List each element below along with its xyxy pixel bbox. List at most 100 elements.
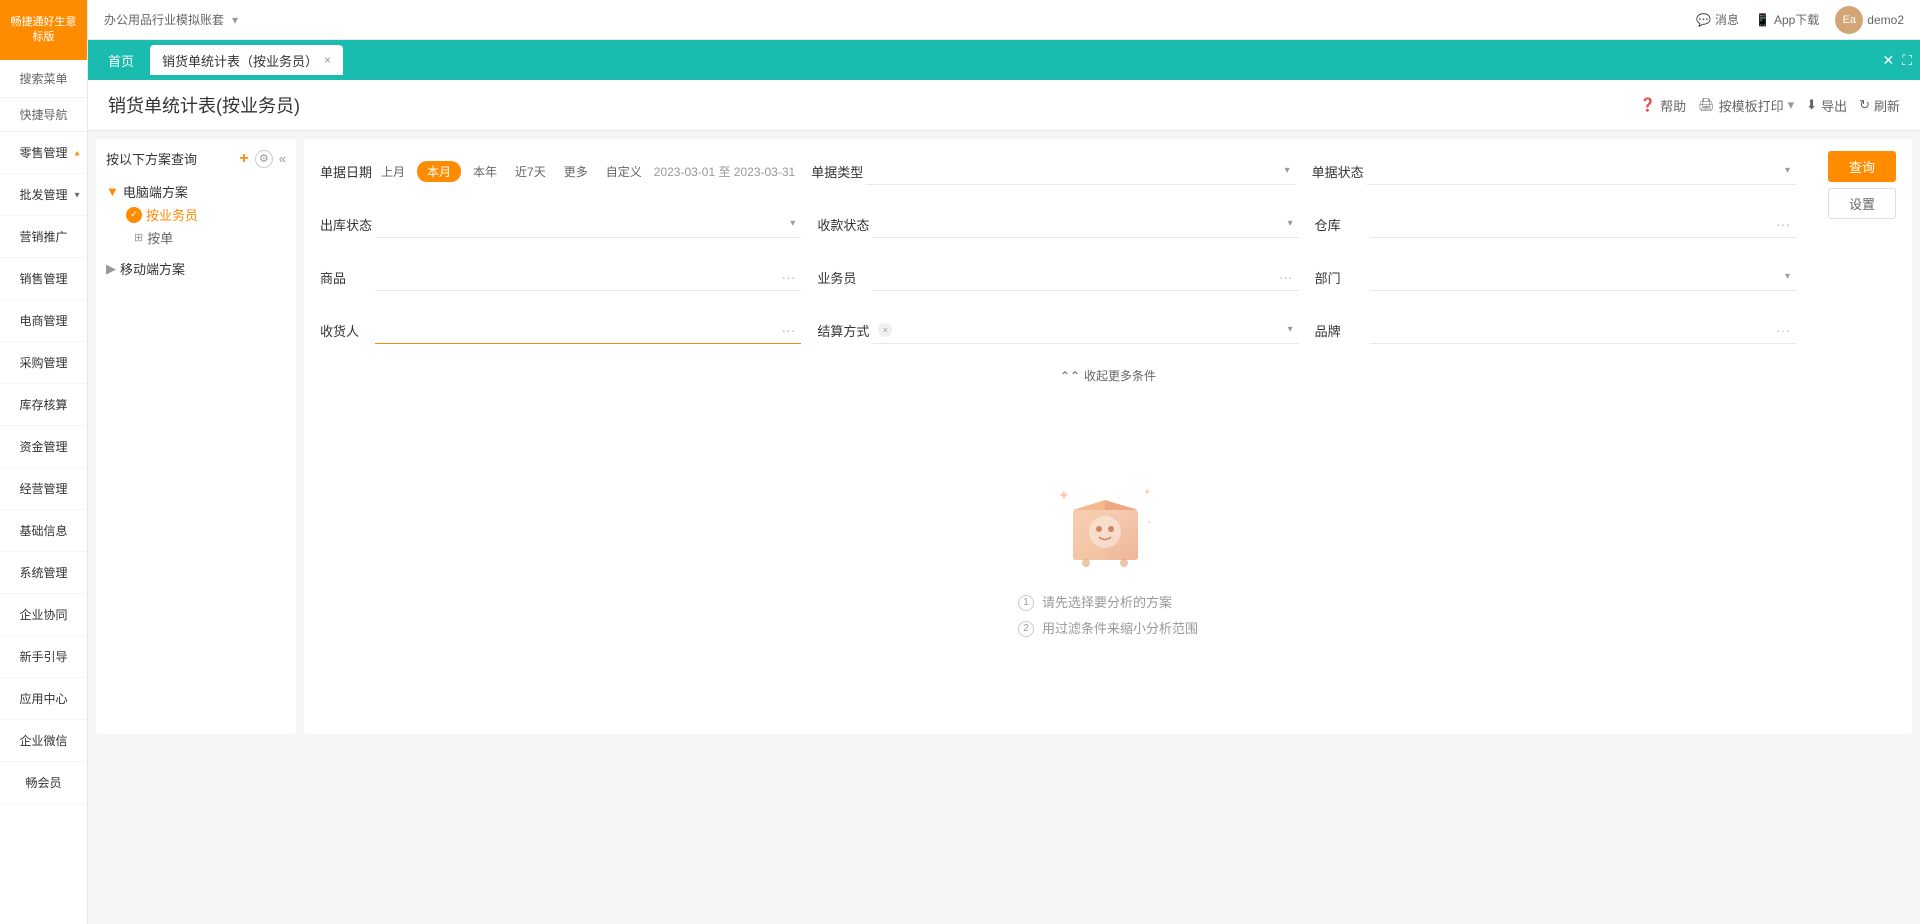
- consignee-label: 收货人: [320, 321, 375, 340]
- sidebar-item-system[interactable]: 系统管理: [0, 552, 87, 594]
- step1-num: 1: [1018, 595, 1034, 611]
- export-btn[interactable]: ⬇ 导出: [1806, 96, 1847, 115]
- brand-select[interactable]: ···: [1370, 316, 1796, 344]
- tab-close-btn[interactable]: ×: [324, 53, 331, 67]
- custom-date-btn[interactable]: 自定义: [600, 161, 648, 182]
- doc-state-arrow: ▾: [1785, 165, 1790, 176]
- sidebar: 畅捷通好生意 标版 帮助 搜索菜单 快捷导航 零售管理 批发管理 营销推广 销售…: [0, 0, 88, 924]
- sidebar-search[interactable]: 帮助 搜索菜单: [0, 60, 87, 98]
- filter-row-2: 出库状态 ▾ 收款状态 ▾: [320, 204, 1796, 245]
- receipt-state-filter: 收款状态 ▾: [817, 204, 1298, 245]
- mobile-scheme-group[interactable]: ▶ 移动端方案: [106, 255, 286, 282]
- empty-step-2: 2 用过滤条件来缩小分析范围: [1018, 616, 1198, 642]
- goods-select[interactable]: ···: [375, 263, 801, 291]
- sidebar-item-company[interactable]: 企业协同: [0, 594, 87, 636]
- pc-scheme-toggle[interactable]: ▼ 电脑端方案: [106, 178, 286, 205]
- sidebar-item-marketing[interactable]: 营销推广: [0, 216, 87, 258]
- sidebar-item-inventory[interactable]: 库存核算: [0, 384, 87, 426]
- date-range-text: 2023-03-01 至 2023-03-31: [654, 163, 795, 180]
- current-year-btn[interactable]: 本年: [467, 161, 503, 182]
- close-window-icon[interactable]: ✕: [1882, 52, 1894, 69]
- sidebar-item-newbie[interactable]: 新手引导: [0, 636, 87, 678]
- sidebar-item-retail[interactable]: 零售管理: [0, 132, 87, 174]
- dept-arrow: ▾: [1785, 271, 1790, 282]
- sidebar-item-finance[interactable]: 资金管理: [0, 426, 87, 468]
- consignee-filter: 收货人 ···: [320, 310, 801, 351]
- app-download-label: App下载: [1774, 11, 1819, 28]
- collapse-scheme-icon[interactable]: «: [279, 151, 286, 166]
- left-panel: 按以下方案查询 + ⚙ « ▼ 电脑端方案 ✓ 按: [96, 139, 296, 734]
- warehouse-label: 仓库: [1315, 215, 1370, 234]
- warehouse-dots[interactable]: ···: [1776, 216, 1790, 232]
- sidebar-item-sales[interactable]: 销售管理: [0, 258, 87, 300]
- header-dropdown-icon[interactable]: ▾: [232, 13, 238, 27]
- active-tab-label: 销货单统计表（按业务员）: [162, 51, 318, 70]
- refresh-btn[interactable]: ↻ 刷新: [1859, 96, 1900, 115]
- settings-scheme-icon[interactable]: ⚙: [255, 150, 273, 168]
- brand-dots[interactable]: ···: [1776, 322, 1790, 338]
- right-panel: 查询 设置 单据日期 上月 本月 本年 近7天: [304, 139, 1912, 734]
- main-area: 办公用品行业模拟账套 ▾ 💬 消息 📱 App下载 Ea demo2 首页: [88, 0, 1920, 924]
- tab-active[interactable]: 销货单统计表（按业务员） ×: [150, 45, 343, 75]
- template-print-btn[interactable]: 🖨 按模板打印 ▾: [1698, 96, 1794, 115]
- salesperson-select[interactable]: ···: [872, 263, 1298, 291]
- receipt-state-select[interactable]: ▾: [872, 210, 1298, 238]
- sidebar-item-wechat[interactable]: 企业微信: [0, 720, 87, 762]
- receipt-state-label: 收款状态: [817, 215, 872, 234]
- warehouse-select[interactable]: ···: [1370, 210, 1796, 238]
- header-right: 💬 消息 📱 App下载 Ea demo2: [1696, 6, 1904, 34]
- query-button[interactable]: 查询: [1828, 151, 1896, 182]
- message-btn[interactable]: 💬 消息: [1696, 11, 1739, 28]
- sidebar-item-member[interactable]: 畅会员: [0, 762, 87, 804]
- settlement-filter: 结算方式 × ▾: [817, 310, 1298, 351]
- empty-step-1: 1 请先选择要分析的方案: [1018, 590, 1198, 616]
- tab-bar: 首页 销货单统计表（按业务员） × ✕ ⛶: [88, 40, 1920, 80]
- sidebar-item-wholesale[interactable]: 批发管理: [0, 174, 87, 216]
- sidebar-item-purchase[interactable]: 采购管理: [0, 342, 87, 384]
- sidebar-item-appstore[interactable]: 应用中心: [0, 678, 87, 720]
- active-scheme-item[interactable]: ✓ 按业务员: [126, 205, 286, 224]
- left-panel-header: 按以下方案查询 + ⚙ «: [106, 149, 286, 168]
- last7-btn[interactable]: 近7天: [509, 161, 552, 182]
- last-month-btn[interactable]: 上月: [375, 161, 411, 182]
- dept-select[interactable]: ▾: [1370, 263, 1796, 291]
- settings-button[interactable]: 设置: [1828, 188, 1896, 219]
- consignee-dots[interactable]: ···: [781, 322, 795, 338]
- refresh-label: 刷新: [1874, 96, 1900, 115]
- filter-row-4: 收货人 ··· 结算方式 ×: [320, 310, 1796, 351]
- sidebar-item-basic[interactable]: 基础信息: [0, 510, 87, 552]
- active-scheme-label: 按业务员: [146, 205, 198, 224]
- salesperson-dots[interactable]: ···: [1279, 269, 1293, 285]
- print-icon: 🖨: [1698, 97, 1715, 113]
- sidebar-item-ecommerce[interactable]: 电商管理: [0, 300, 87, 342]
- doc-type-filter: 单据类型 ▾: [811, 151, 1295, 192]
- collapse-more-btn[interactable]: ⌃⌃ 收起更多条件: [1054, 361, 1162, 390]
- collapse-icon: ⌃⌃: [1060, 369, 1080, 383]
- more-date-btn[interactable]: 更多: [558, 161, 594, 182]
- goods-dots[interactable]: ···: [781, 269, 795, 285]
- sidebar-item-ops[interactable]: 经营管理: [0, 468, 87, 510]
- add-scheme-icon[interactable]: +: [239, 150, 248, 168]
- consignee-input[interactable]: ···: [375, 316, 801, 344]
- settlement-tag-close[interactable]: ×: [878, 323, 892, 337]
- current-month-btn[interactable]: 本月: [417, 161, 461, 182]
- doc-state-label: 单据状态: [1312, 162, 1367, 181]
- settlement-label: 结算方式: [817, 321, 872, 340]
- tab-home[interactable]: 首页: [96, 45, 146, 75]
- sidebar-quick-nav[interactable]: 快捷导航: [0, 98, 87, 132]
- doc-type-arrow: ▾: [1285, 165, 1290, 176]
- help-label: 帮助: [1660, 96, 1686, 115]
- receipt-state-arrow: ▾: [1288, 218, 1293, 229]
- doc-state-select[interactable]: ▾: [1367, 157, 1796, 185]
- doc-type-select[interactable]: ▾: [866, 157, 1295, 185]
- maximize-icon[interactable]: ⛶: [1902, 52, 1912, 69]
- app-download-btn[interactable]: 📱 App下载: [1755, 11, 1819, 28]
- scheme-icons: + ⚙ «: [239, 150, 286, 168]
- help-btn[interactable]: ❓ 帮助: [1640, 96, 1686, 115]
- svg-text:✦: ✦: [1143, 487, 1151, 498]
- settlement-select[interactable]: × ▾: [872, 316, 1298, 344]
- settlement-tag: ×: [878, 323, 892, 337]
- user-avatar-btn[interactable]: Ea demo2: [1835, 6, 1904, 34]
- sub-scheme-item[interactable]: ⊞ 按单: [126, 224, 286, 251]
- out-state-select[interactable]: ▾: [375, 210, 801, 238]
